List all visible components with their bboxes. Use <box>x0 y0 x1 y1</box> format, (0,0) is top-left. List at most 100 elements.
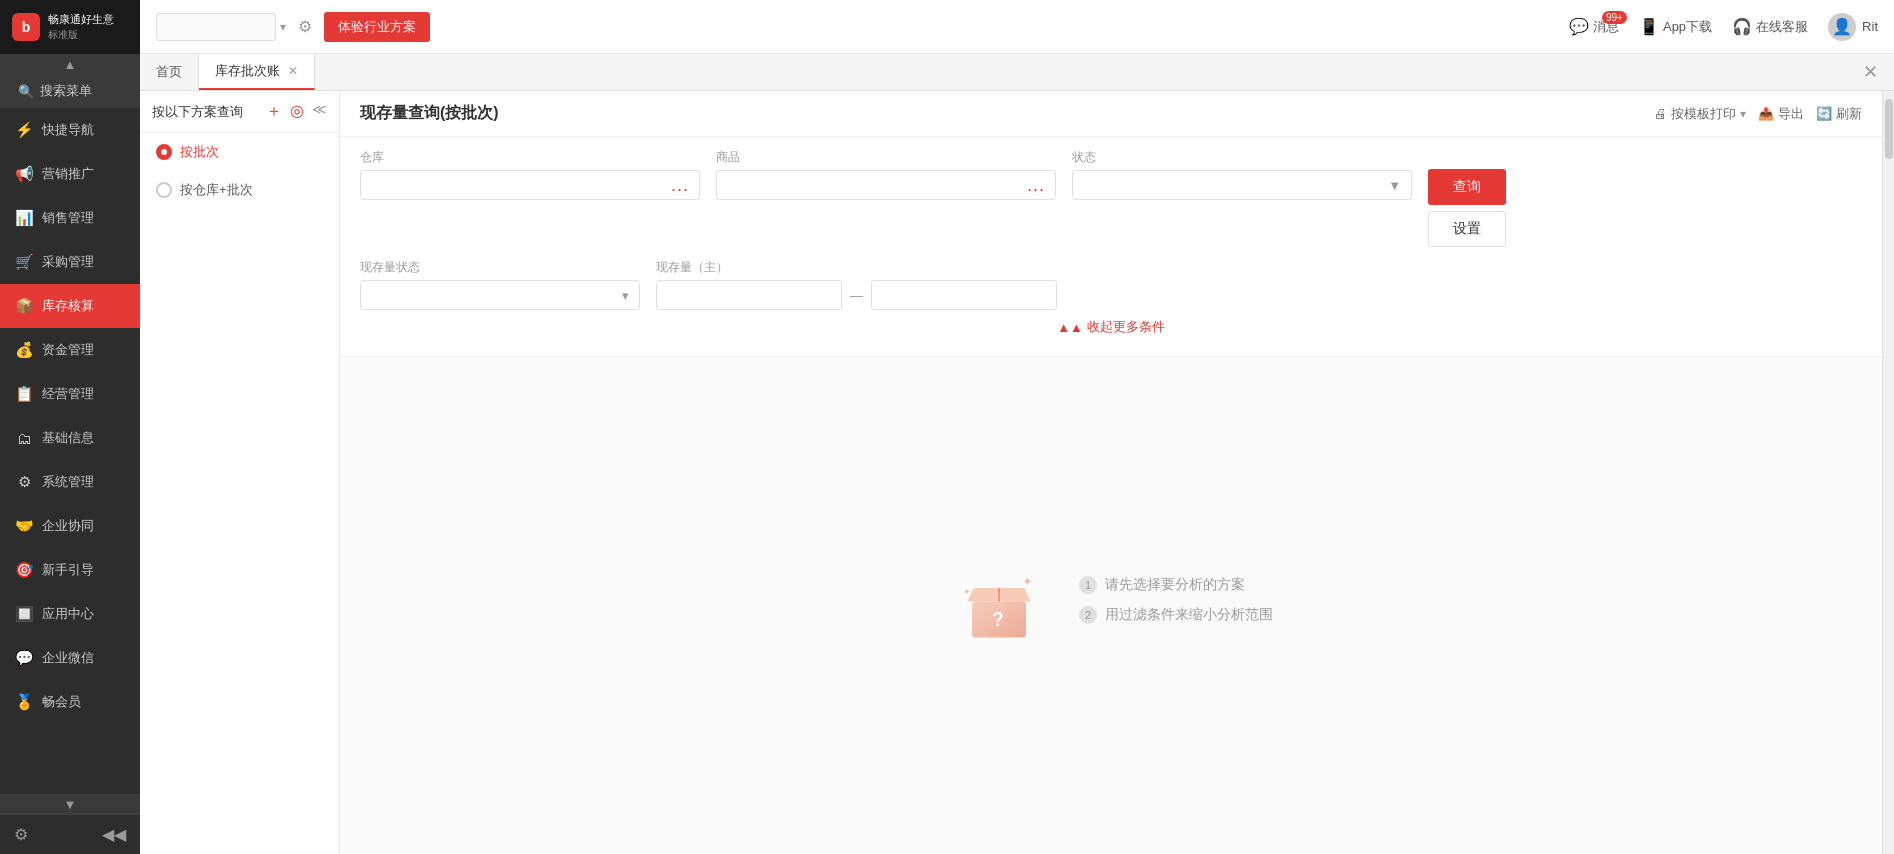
export-icon: 📤 <box>1758 106 1774 121</box>
refresh-btn[interactable]: 🔄 刷新 <box>1816 105 1862 123</box>
quick-nav-icon: ⚡ <box>14 120 34 140</box>
add-filter-btn[interactable]: ＋ <box>266 101 282 122</box>
tab-home[interactable]: 首页 <box>140 54 199 90</box>
sidebar-item-label: 基础信息 <box>42 429 94 447</box>
sidebar-item-operations[interactable]: 📋 经营管理 <box>0 372 140 416</box>
empty-state: ? ✦ ✦ 1 请先选择要分析的方案 2 用过滤条件来缩小分析范围 <box>340 357 1882 854</box>
sidebar-item-member[interactable]: 🏅 畅会员 <box>0 680 140 724</box>
filter-active-dot <box>156 144 172 160</box>
product-input[interactable]: ... <box>716 170 1056 200</box>
warehouse-dots-icon: ... <box>671 175 689 196</box>
sidebar-item-purchase[interactable]: 🛒 采购管理 <box>0 240 140 284</box>
inventory-status-select[interactable]: ▾ <box>360 280 640 310</box>
experience-btn[interactable]: 体验行业方案 <box>324 12 430 42</box>
sidebar-item-guide[interactable]: 🎯 新手引导 <box>0 548 140 592</box>
sidebar-item-system[interactable]: ⚙ 系统管理 <box>0 460 140 504</box>
filter-by-batch-label: 按批次 <box>180 143 219 161</box>
inventory-qty-max-input[interactable] <box>871 280 1057 310</box>
inventory-status-label: 现存量状态 <box>360 259 640 276</box>
filter-bar: 仓库 ... 商品 ... <box>340 137 1882 357</box>
app-download-btn[interactable]: 📱 App下载 <box>1639 17 1712 36</box>
scroll-down-btn[interactable]: ▼ <box>0 794 140 814</box>
export-label: 导出 <box>1778 105 1804 123</box>
customer-service-btn[interactable]: 🎧 在线客服 <box>1732 17 1808 36</box>
sidebar-item-label: 资金管理 <box>42 341 94 359</box>
filter-by-warehouse-batch[interactable]: 按仓库+批次 <box>140 171 339 209</box>
sidebar-item-wechat[interactable]: 💬 企业微信 <box>0 636 140 680</box>
sidebar-item-quick-nav[interactable]: ⚡ 快捷导航 <box>0 108 140 152</box>
print-btn[interactable]: 🖨 按模板打印 ▾ <box>1654 105 1746 123</box>
sidebar-item-label: 经营管理 <box>42 385 94 403</box>
collapse-panel-btn[interactable]: ≪ <box>312 101 327 122</box>
sidebar-item-label: 企业协同 <box>42 517 94 535</box>
filter-panel-title: 按以下方案查询 <box>152 103 243 121</box>
member-icon: 🏅 <box>14 692 34 712</box>
topbar-right: 💬 消息 99+ 📱 App下载 🎧 在线客服 👤 Rit <box>1569 13 1878 41</box>
right-scrollbar[interactable] <box>1882 91 1894 854</box>
inventory-icon: 📦 <box>14 296 34 316</box>
status-arrow-icon: ▼ <box>1388 178 1401 193</box>
sidebar-item-inventory[interactable]: 📦 库存核算 <box>0 284 140 328</box>
status-select[interactable]: ▼ <box>1072 170 1412 200</box>
purchase-icon: 🛒 <box>14 252 34 272</box>
print-dropdown-icon[interactable]: ▾ <box>1740 107 1746 121</box>
tab-inventory-batch[interactable]: 库存批次账 ✕ <box>199 54 315 90</box>
search-menu-btn[interactable]: 🔍 搜索菜单 <box>0 74 140 108</box>
content-area: 按以下方案查询 ＋ ◎ ≪ 按批次 按仓库+批次 <box>140 91 1894 854</box>
messages-badge: 99+ <box>1602 11 1627 24</box>
empty-tip-1: 1 请先选择要分析的方案 <box>1079 576 1273 594</box>
inventory-qty-min-input[interactable] <box>656 280 842 310</box>
svg-text:?: ? <box>992 607 1004 629</box>
sidebar-item-finance[interactable]: 💰 资金管理 <box>0 328 140 372</box>
refresh-label: 刷新 <box>1836 105 1862 123</box>
page-header: 现存量查询(按批次) 🖨 按模板打印 ▾ 📤 导出 🔄 刷新 <box>340 91 1882 137</box>
collapse-sidebar-btn[interactable]: ◀◀ <box>102 825 126 844</box>
tab-close-btn[interactable]: ✕ <box>288 64 298 78</box>
sidebar-item-label: 企业微信 <box>42 649 94 667</box>
search-menu-label: 搜索菜单 <box>40 82 92 100</box>
company-name: 畅康通好生意 <box>48 12 114 27</box>
main-area: ▾ ⚙ 体验行业方案 💬 消息 99+ 📱 App下载 🎧 在线客服 👤 <box>140 0 1894 854</box>
sidebar-nav: ⚡ 快捷导航 📢 营销推广 📊 销售管理 🛒 采购管理 📦 库存核算 💰 资金管… <box>0 108 140 794</box>
message-icon: 💬 <box>1569 17 1589 36</box>
collapse-more-btn[interactable]: ▲▲ 收起更多条件 <box>360 310 1862 344</box>
export-btn[interactable]: 📤 导出 <box>1758 105 1804 123</box>
messages-btn[interactable]: 💬 消息 99+ <box>1569 17 1619 36</box>
finance-icon: 💰 <box>14 340 34 360</box>
sidebar-bottom: ⚙ ◀◀ <box>0 814 140 854</box>
sidebar-item-label: 畅会员 <box>42 693 81 711</box>
topbar-gear-icon[interactable]: ⚙ <box>298 17 312 36</box>
headset-icon: 🎧 <box>1732 17 1752 36</box>
print-icon: 🖨 <box>1654 106 1667 121</box>
scroll-up-btn[interactable]: ▲ <box>0 54 140 74</box>
user-profile-btn[interactable]: 👤 Rit <box>1828 13 1878 41</box>
filter-by-warehouse-batch-label: 按仓库+批次 <box>180 181 253 199</box>
topbar-dropdown-icon[interactable]: ▾ <box>280 20 286 34</box>
phone-icon: 📱 <box>1639 17 1659 36</box>
sidebar-item-enterprise[interactable]: 🤝 企业协同 <box>0 504 140 548</box>
page-title: 现存量查询(按批次) <box>360 103 499 124</box>
settings-icon[interactable]: ⚙ <box>14 825 28 844</box>
warehouse-field: 仓库 ... <box>360 149 700 200</box>
tip-num-2: 2 <box>1079 606 1097 624</box>
tab-close-right-btn[interactable]: ✕ <box>1851 61 1894 83</box>
user-name: Rit <box>1862 19 1878 34</box>
settings-btn[interactable]: 设置 <box>1428 211 1506 247</box>
system-icon: ⚙ <box>14 472 34 492</box>
sidebar-item-label: 快捷导航 <box>42 121 94 139</box>
sidebar-item-marketing[interactable]: 📢 营销推广 <box>0 152 140 196</box>
topbar: ▾ ⚙ 体验行业方案 💬 消息 99+ 📱 App下载 🎧 在线客服 👤 <box>140 0 1894 54</box>
warehouse-label: 仓库 <box>360 149 700 166</box>
sidebar-item-basic[interactable]: 🗂 基础信息 <box>0 416 140 460</box>
page-header-actions: 🖨 按模板打印 ▾ 📤 导出 🔄 刷新 <box>1654 105 1862 123</box>
filter-settings-icon[interactable]: ◎ <box>290 101 304 122</box>
sidebar-item-app-center[interactable]: 🔲 应用中心 <box>0 592 140 636</box>
sidebar-item-sales[interactable]: 📊 销售管理 <box>0 196 140 240</box>
warehouse-input[interactable]: ... <box>360 170 700 200</box>
svg-text:✦: ✦ <box>1022 575 1033 589</box>
filter-panel: 按以下方案查询 ＋ ◎ ≪ 按批次 按仓库+批次 <box>140 91 340 854</box>
topbar-search-input[interactable] <box>156 13 276 41</box>
query-btn[interactable]: 查询 <box>1428 169 1506 205</box>
filter-by-batch[interactable]: 按批次 <box>140 133 339 171</box>
topbar-left: ▾ ⚙ 体验行业方案 <box>156 12 1569 42</box>
